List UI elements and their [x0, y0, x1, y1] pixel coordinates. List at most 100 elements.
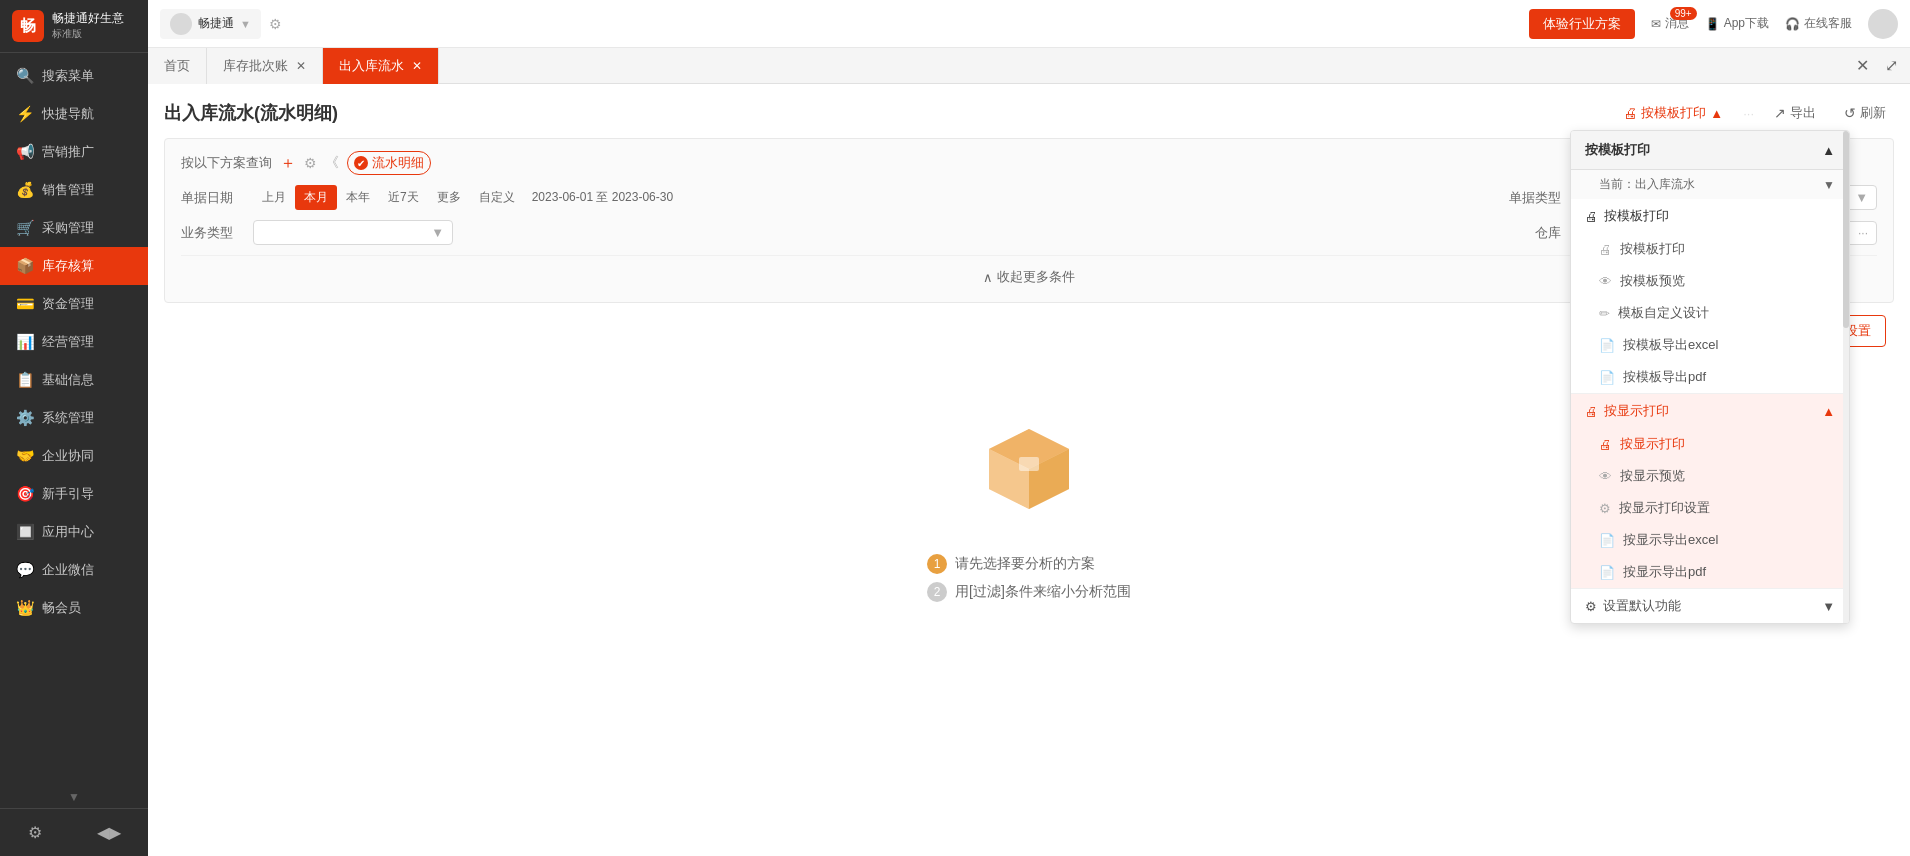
display-section-header[interactable]: 🖨 按显示打印 ▲: [1571, 394, 1849, 428]
sidebar-item-enterprise[interactable]: 🤝 企业协同: [0, 437, 148, 475]
tab-maximize[interactable]: ⤢: [1881, 54, 1902, 77]
tab-flow-label: 出入库流水: [339, 57, 404, 75]
template-design-item[interactable]: ✏ 模板自定义设计: [1571, 297, 1849, 329]
collapse-sidebar-icon[interactable]: ◀▶: [91, 817, 127, 848]
nav-label-purchase: 采购管理: [42, 219, 94, 237]
sidebar-item-apps[interactable]: 🔲 应用中心: [0, 513, 148, 551]
export-btn[interactable]: ↗ 导出: [1766, 100, 1824, 126]
display-section-arrow: ▲: [1822, 404, 1835, 419]
header-left: 畅捷通 ▼ ⚙: [160, 9, 282, 39]
export-icon: ↗: [1774, 105, 1786, 121]
message-badge: 99+: [1670, 7, 1697, 20]
print-dropdown-panel: 按模板打印 ▲ 当前：出入库流水 ▼ 🖨 按模板打印 🖨 按模板打印 👁 按模板…: [1570, 130, 1850, 624]
display-pdf-item[interactable]: 📄 按显示导出pdf: [1571, 556, 1849, 588]
add-filter-icon[interactable]: ＋: [280, 153, 296, 174]
flow-tag-icon: ✔: [354, 156, 368, 170]
sidebar-item-system[interactable]: ⚙️ 系统管理: [0, 399, 148, 437]
filter-settings-icon[interactable]: ⚙: [304, 155, 317, 171]
nav-label-search: 搜索菜单: [42, 67, 94, 85]
refresh-btn[interactable]: ↺ 刷新: [1836, 100, 1894, 126]
app-download-label: App下载: [1724, 15, 1769, 32]
warehouse-more-icon: ···: [1858, 226, 1868, 240]
tab-batch-label: 库存批次账: [223, 57, 288, 75]
date-btn-this-month[interactable]: 本月: [295, 185, 337, 210]
template-preview-item[interactable]: 👁 按模板预览: [1571, 265, 1849, 297]
sidebar-item-search[interactable]: 🔍 搜索菜单: [0, 57, 148, 95]
nav-icon-guide: 🎯: [16, 485, 34, 503]
sidebar-item-guide[interactable]: 🎯 新手引导: [0, 475, 148, 513]
nav-icon-search: 🔍: [16, 67, 34, 85]
print-template-label: 按模板打印: [1641, 104, 1706, 122]
app-download-icon: 📱: [1705, 17, 1720, 31]
display-excel-item[interactable]: 📄 按显示导出excel: [1571, 524, 1849, 556]
display-settings-item[interactable]: ⚙ 按显示打印设置: [1571, 492, 1849, 524]
date-btn-custom[interactable]: 自定义: [470, 185, 524, 210]
template-excel-label: 按模板导出excel: [1623, 336, 1718, 354]
user-avatar[interactable]: [1868, 9, 1898, 39]
dropdown-scrollbar[interactable]: [1843, 131, 1849, 623]
dropdown-scroll-thumb[interactable]: [1843, 131, 1849, 328]
nav-icon-enterprise: 🤝: [16, 447, 34, 465]
biz-type-select[interactable]: ▼: [253, 220, 453, 245]
display-print-item[interactable]: 🖨 按显示打印: [1571, 428, 1849, 460]
template-design-label: 模板自定义设计: [1618, 304, 1709, 322]
sidebar-item-wechat[interactable]: 💬 企业微信: [0, 551, 148, 589]
page-toolbar: 🖨 按模板打印 ▲ ··· ↗ 导出 ↺ 刷新: [1615, 100, 1894, 126]
online-service-item[interactable]: 🎧 在线客服: [1785, 15, 1852, 32]
current-label-row[interactable]: 当前：出入库流水 ▼: [1571, 170, 1849, 199]
display-settings-label: 按显示打印设置: [1619, 499, 1710, 517]
sidebar-item-basic[interactable]: 📋 基础信息: [0, 361, 148, 399]
logo-sub: 标准版: [52, 27, 124, 41]
trial-button[interactable]: 体验行业方案: [1529, 9, 1635, 39]
tab-batch-close[interactable]: ✕: [296, 60, 306, 72]
date-btn-more[interactable]: 更多: [428, 185, 470, 210]
header: 畅捷通 ▼ ⚙ 体验行业方案 ✉ 消息 99+ 📱 App下载 🎧 在线客服: [148, 0, 1910, 48]
tab-close-all[interactable]: ✕: [1852, 54, 1873, 77]
header-settings-icon[interactable]: ⚙: [269, 16, 282, 32]
step-2-number: 2: [927, 582, 947, 602]
footer-icon: ⚙: [1585, 599, 1597, 614]
message-icon-item[interactable]: ✉ 消息 99+: [1651, 15, 1689, 32]
template-print-item[interactable]: 🖨 按模板打印: [1571, 233, 1849, 265]
svg-rect-4: [1019, 457, 1039, 471]
template-excel-item[interactable]: 📄 按模板导出excel: [1571, 329, 1849, 361]
display-preview-item[interactable]: 👁 按显示预览: [1571, 460, 1849, 492]
nav-label-inventory: 库存核算: [42, 257, 94, 275]
tab-flow[interactable]: 出入库流水 ✕: [323, 48, 439, 84]
logo-text-group: 畅捷通好生意 标准版: [52, 11, 124, 41]
date-btn-last-month[interactable]: 上月: [253, 185, 295, 210]
item-pdf-icon: 📄: [1599, 370, 1615, 385]
export-label: 导出: [1790, 104, 1816, 122]
print-template-btn[interactable]: 🖨 按模板打印 ▲: [1615, 100, 1731, 126]
sidebar-item-purchase[interactable]: 🛒 采购管理: [0, 209, 148, 247]
tabs-right-controls: ✕ ⤢: [1852, 54, 1902, 77]
flow-detail-tag[interactable]: ✔ 流水明细: [347, 151, 431, 175]
sidebar-item-quick-nav[interactable]: ⚡ 快捷导航: [0, 95, 148, 133]
template-pdf-item[interactable]: 📄 按模板导出pdf: [1571, 361, 1849, 393]
sidebar-item-sales[interactable]: 💰 销售管理: [0, 171, 148, 209]
date-btn-7days[interactable]: 近7天: [379, 185, 428, 210]
dropdown-footer[interactable]: ⚙ 设置默认功能 ▼: [1571, 589, 1849, 623]
user-info[interactable]: 畅捷通 ▼: [160, 9, 261, 39]
date-btn-this-year[interactable]: 本年: [337, 185, 379, 210]
footer-left: ⚙ 设置默认功能: [1585, 597, 1681, 615]
settings-bottom-icon[interactable]: ⚙: [22, 817, 48, 848]
date-filter-group: 上月 本月 本年 近7天 更多 自定义 2023-06-01 至 2023-06…: [253, 185, 673, 210]
filter-collapse-left-icon[interactable]: 《: [325, 154, 339, 172]
dropdown-collapse-icon[interactable]: ▲: [1822, 143, 1835, 158]
sidebar-nav: 🔍 搜索菜单 ⚡ 快捷导航 📢 营销推广 💰 销售管理 🛒 采购管理 📦 库存核…: [0, 53, 148, 786]
flow-tag-label: 流水明细: [372, 154, 424, 172]
tab-home[interactable]: 首页: [148, 48, 207, 84]
tab-flow-close[interactable]: ✕: [412, 60, 422, 72]
tab-batch-account[interactable]: 库存批次账 ✕: [207, 48, 323, 84]
sidebar-item-finance[interactable]: 💳 资金管理: [0, 285, 148, 323]
sidebar-item-operation[interactable]: 📊 经营管理: [0, 323, 148, 361]
sidebar-item-member[interactable]: 👑 畅会员: [0, 589, 148, 627]
empty-step-1: 1 请先选择要分析的方案: [927, 554, 1095, 574]
sidebar-item-marketing[interactable]: 📢 营销推广: [0, 133, 148, 171]
app-download-item[interactable]: 📱 App下载: [1705, 15, 1769, 32]
display-excel-label: 按显示导出excel: [1623, 531, 1718, 549]
tab-home-label: 首页: [164, 57, 190, 75]
template-section-header[interactable]: 🖨 按模板打印: [1571, 199, 1849, 233]
sidebar-item-inventory[interactable]: 📦 库存核算: [0, 247, 148, 285]
